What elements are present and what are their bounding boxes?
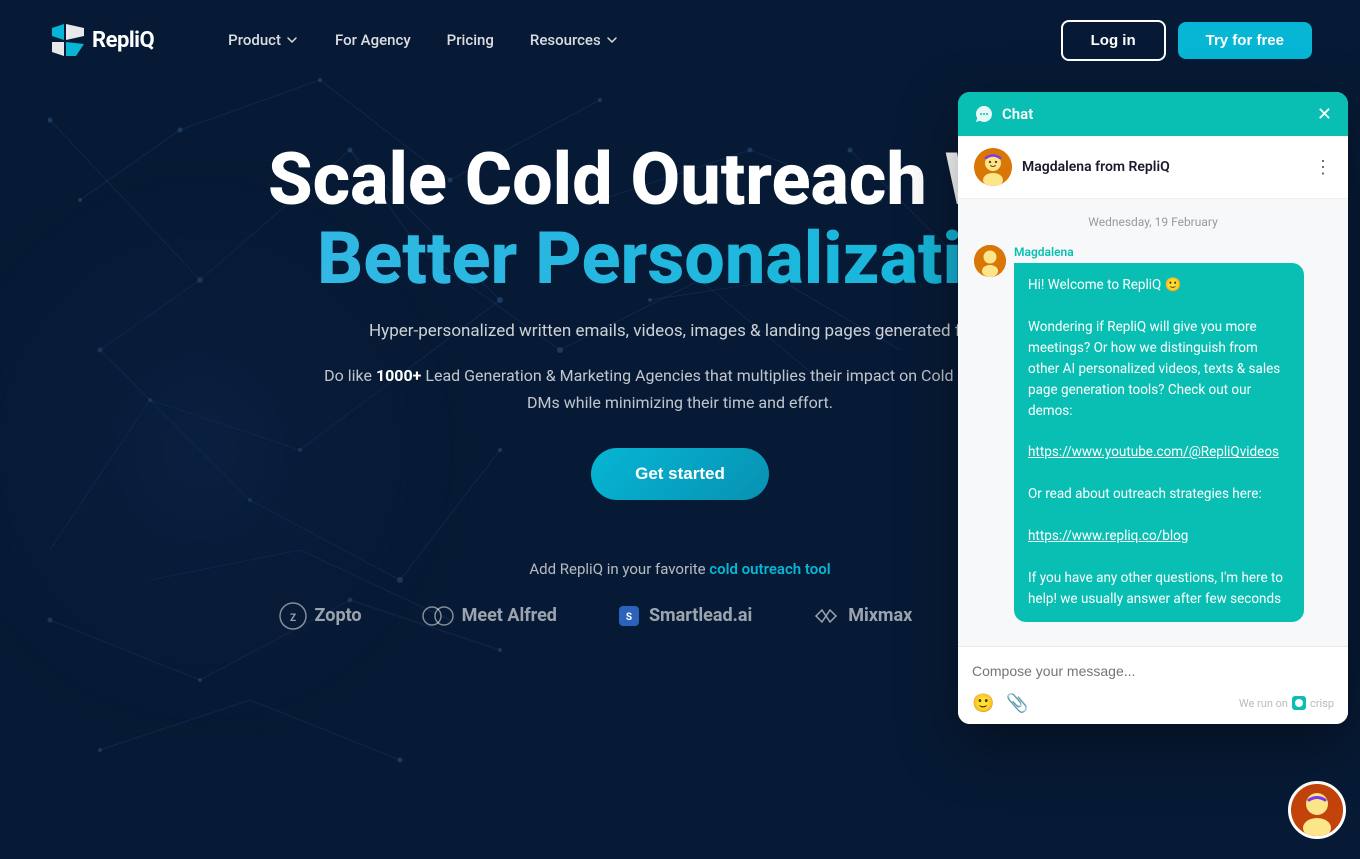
chat-header-left: Chat: [974, 104, 1033, 124]
chat-close-button[interactable]: ✕: [1317, 105, 1332, 123]
hero-subtitle: Hyper-personalized written emails, video…: [330, 318, 1030, 345]
nav-product[interactable]: Product: [214, 23, 313, 57]
chat-header-bar: Chat ✕: [958, 92, 1348, 136]
partner-meatalfred: Meet Alfred: [422, 605, 557, 626]
chat-input-actions: 🙂 📎 We run on crisp: [972, 693, 1334, 714]
nav-product-label: Product: [228, 31, 281, 49]
logo[interactable]: RepliQ: [48, 20, 154, 60]
attach-button[interactable]: 📎: [1006, 693, 1028, 714]
chat-compose-input[interactable]: [972, 657, 1334, 685]
nav-pricing[interactable]: Pricing: [433, 23, 508, 57]
message-text-2: Wondering if RepliQ will give you more m…: [1028, 317, 1290, 422]
chat-bubble-icon: [974, 104, 994, 124]
nav-pricing-label: Pricing: [447, 31, 494, 49]
nav-resources[interactable]: Resources: [516, 23, 633, 57]
try-free-button[interactable]: Try for free: [1178, 22, 1312, 59]
get-started-button[interactable]: Get started: [591, 448, 769, 500]
partners-title-prefix: Add RepliQ in your favorite: [529, 560, 709, 578]
chat-agent-info: Magdalena from RepliQ: [974, 148, 1170, 186]
navbar: RepliQ Product For Agency Pricing Resour…: [0, 0, 1360, 80]
support-avatar-image: [1291, 784, 1343, 836]
svg-text:Z: Z: [290, 613, 296, 624]
partner-zopto: Z Zopto: [279, 602, 362, 630]
hero-bold-number: 1000+: [376, 366, 421, 385]
zopto-label: Zopto: [315, 605, 362, 626]
smartlead-icon: S: [617, 604, 641, 628]
message-link-1[interactable]: https://www.youtube.com/@RepliQvideos: [1028, 444, 1279, 460]
message-sender-name: Magdalena: [1014, 245, 1304, 259]
support-avatar[interactable]: [1288, 781, 1346, 839]
crisp-brand: crisp: [1310, 697, 1334, 710]
chat-label: Chat: [1002, 105, 1033, 123]
partners-title-highlight: cold outreach tool: [709, 560, 830, 578]
hero-description: Do like 1000+ Lead Generation & Marketin…: [320, 362, 1040, 416]
chat-input-area: 🙂 📎 We run on crisp: [958, 646, 1348, 724]
message-content: Magdalena Hi! Welcome to RepliQ 🙂 Wonder…: [1014, 245, 1304, 622]
nav-resources-label: Resources: [530, 31, 601, 49]
hero-desc-suffix: Lead Generation & Marketing Agencies tha…: [421, 366, 1035, 412]
message-text-4: If you have any other questions, I'm her…: [1028, 568, 1290, 610]
chevron-down-icon: [285, 33, 299, 47]
agent-avatar: [974, 148, 1012, 186]
chat-powered-by: We run on crisp: [1239, 696, 1334, 710]
nav-links: Product For Agency Pricing Resources: [214, 23, 1060, 57]
meatalfred-icon: [422, 606, 454, 626]
chat-message-row: Magdalena Hi! Welcome to RepliQ 🙂 Wonder…: [974, 245, 1332, 622]
chat-input-icons: 🙂 📎: [972, 693, 1029, 714]
mixmax-label: Mixmax: [848, 605, 912, 626]
nav-agency[interactable]: For Agency: [321, 23, 425, 57]
message-avatar-image: [974, 245, 1006, 277]
message-bubble: Hi! Welcome to RepliQ 🙂 Wondering if Rep…: [1014, 263, 1304, 622]
emoji-button[interactable]: 🙂: [972, 693, 994, 714]
agent-name: Magdalena from RepliQ: [1022, 159, 1170, 175]
avatar-image: [974, 148, 1012, 186]
partner-smartlead: S Smartlead.ai: [617, 604, 752, 628]
svg-text:S: S: [626, 612, 632, 623]
logo-wordmark: RepliQ: [92, 28, 154, 53]
chat-menu-button[interactable]: ⋮: [1314, 157, 1332, 178]
message-text-1: Hi! Welcome to RepliQ 🙂: [1028, 275, 1290, 296]
crisp-label: We run on: [1239, 697, 1288, 710]
chat-messages[interactable]: Wednesday, 19 February Magdalena Hi! Wel…: [958, 199, 1348, 646]
message-text-3: Or read about outreach strategies here:: [1028, 484, 1290, 505]
chat-agent-bar: Magdalena from RepliQ ⋮: [958, 136, 1348, 199]
partner-mixmax: Mixmax: [812, 605, 912, 626]
chat-date: Wednesday, 19 February: [974, 215, 1332, 229]
chevron-down-icon-2: [605, 33, 619, 47]
chat-widget: Chat ✕ Magdalena from RepliQ ⋮: [958, 92, 1348, 724]
mixmax-icon: [812, 606, 840, 626]
smartlead-label: Smartlead.ai: [649, 605, 752, 626]
message-link-2[interactable]: https://www.repliq.co/blog: [1028, 528, 1188, 544]
meatalfred-label: Meet Alfred: [462, 605, 557, 626]
zopto-icon: Z: [279, 602, 307, 630]
login-button[interactable]: Log in: [1061, 20, 1166, 61]
message-avatar: [974, 245, 1006, 277]
crisp-icon: [1294, 698, 1304, 708]
nav-actions: Log in Try for free: [1061, 20, 1312, 61]
crisp-logo: [1292, 696, 1306, 710]
nav-agency-label: For Agency: [335, 31, 411, 49]
